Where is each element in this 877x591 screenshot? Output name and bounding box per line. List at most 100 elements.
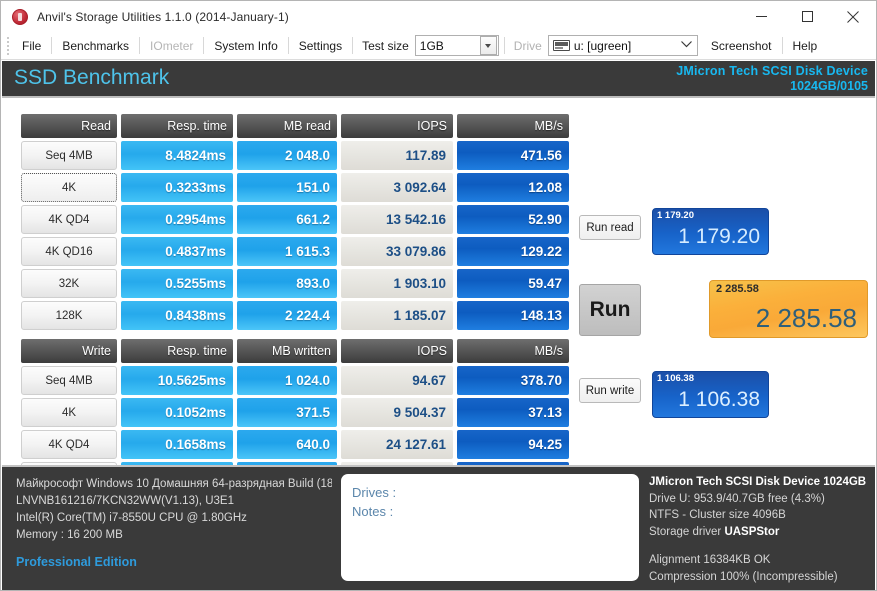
benchmark-header: SSD Benchmark JMicron Tech SCSI Disk Dev… xyxy=(2,61,875,98)
device-name: JMicron Tech SCSI Disk Device xyxy=(676,64,868,78)
row-label[interactable]: 128K xyxy=(21,301,117,330)
cell-resp-time: 8.4824ms xyxy=(121,141,233,170)
row-label[interactable]: Seq 4MB xyxy=(21,141,117,170)
read-header-read: Read xyxy=(21,114,117,138)
anvil-icon xyxy=(12,9,28,25)
menu-divider xyxy=(203,37,204,54)
table-row[interactable]: 4K 0.3233ms 151.0 3 092.64 12.08 xyxy=(21,173,573,202)
results-tables: Read Resp. time MB read IOPS MB/s Seq 4M… xyxy=(21,114,573,491)
menu-divider xyxy=(288,37,289,54)
cell-mb-read: 661.2 xyxy=(237,205,337,234)
read-header-mbs: MB/s xyxy=(457,114,569,138)
cell-iops: 9 504.37 xyxy=(341,398,453,427)
chevron-down-icon[interactable] xyxy=(677,40,697,51)
bottom-info-bar: Майкрософт Windows 10 Домашняя 64-разряд… xyxy=(2,465,875,591)
row-label[interactable]: 4K xyxy=(21,173,117,202)
system-info-panel: Майкрософт Windows 10 Домашняя 64-разряд… xyxy=(2,467,332,591)
table-row[interactable]: 32K 0.5255ms 893.0 1 903.10 59.47 xyxy=(21,269,573,298)
cell-mbs: 12.08 xyxy=(457,173,569,202)
window-title: Anvil's Storage Utilities 1.1.0 (2014-Ja… xyxy=(37,10,289,24)
menu-benchmarks[interactable]: Benchmarks xyxy=(53,35,138,57)
notes-panel[interactable]: Drives : Notes : xyxy=(341,474,639,581)
title-bar: Anvil's Storage Utilities 1.1.0 (2014-Ja… xyxy=(1,1,876,32)
app-window: Anvil's Storage Utilities 1.1.0 (2014-Ja… xyxy=(0,0,877,591)
menu-divider xyxy=(51,37,52,54)
table-row[interactable]: 4K QD4 0.1658ms 640.0 24 127.61 94.25 xyxy=(21,430,573,459)
write-header-row: Write Resp. time MB written IOPS MB/s xyxy=(21,339,573,363)
run-button[interactable]: Run xyxy=(579,284,641,336)
drive-info-panel: JMicron Tech SCSI Disk Device 1024GB Dri… xyxy=(639,467,875,591)
read-score-caption: 1 179.20 xyxy=(657,210,694,221)
cell-resp-time: 0.8438ms xyxy=(121,301,233,330)
cell-iops: 24 127.61 xyxy=(341,430,453,459)
minimize-icon[interactable] xyxy=(738,1,784,32)
menu-help[interactable]: Help xyxy=(784,35,827,57)
drive-device-line: JMicron Tech SCSI Disk Device 1024GB xyxy=(649,474,875,491)
test-size-label: Test size xyxy=(354,39,415,53)
row-label[interactable]: 4K xyxy=(21,398,117,427)
table-row[interactable]: Seq 4MB 8.4824ms 2 048.0 117.89 471.56 xyxy=(21,141,573,170)
drive-label: Drive xyxy=(506,39,548,53)
cell-mb-written: 371.5 xyxy=(237,398,337,427)
menu-bar: File Benchmarks IOmeter System Info Sett… xyxy=(1,32,876,60)
table-row[interactable]: Seq 4MB 10.5625ms 1 024.0 94.67 378.70 xyxy=(21,366,573,395)
cell-resp-time: 10.5625ms xyxy=(121,366,233,395)
test-size-value: 1GB xyxy=(416,39,480,53)
menu-iometer: IOmeter xyxy=(141,35,202,57)
cell-mb-read: 2 048.0 xyxy=(237,141,337,170)
read-header-resp: Resp. time xyxy=(121,114,233,138)
table-row[interactable]: 4K QD4 0.2954ms 661.2 13 542.16 52.90 xyxy=(21,205,573,234)
maximize-icon[interactable] xyxy=(784,1,830,32)
compression-line: Compression 100% (Incompressible) xyxy=(649,569,875,586)
test-size-dropdown-button[interactable] xyxy=(480,36,497,55)
drive-combobox[interactable]: u: [ugreen] xyxy=(548,35,698,56)
storage-driver-line: Storage driver UASPStor xyxy=(649,524,875,541)
read-table: Read Resp. time MB read IOPS MB/s Seq 4M… xyxy=(21,114,573,330)
table-row[interactable]: 4K 0.1052ms 371.5 9 504.37 37.13 xyxy=(21,398,573,427)
write-score-value: 1 106.38 xyxy=(678,389,760,411)
menu-divider xyxy=(782,37,783,54)
row-label[interactable]: 4K QD4 xyxy=(21,205,117,234)
row-label[interactable]: Seq 4MB xyxy=(21,366,117,395)
cell-mbs: 471.56 xyxy=(457,141,569,170)
test-size-combobox[interactable]: 1GB xyxy=(415,35,499,56)
drive-free-line: Drive U: 953.9/40.7GB free (4.3%) xyxy=(649,491,875,508)
menu-divider xyxy=(352,37,353,54)
run-read-button[interactable]: Run read xyxy=(579,215,641,240)
memory-line: Memory : 16 200 MB xyxy=(16,527,332,544)
edition-label: Professional Edition xyxy=(16,554,332,571)
page-title: SSD Benchmark xyxy=(14,66,169,90)
row-label[interactable]: 4K QD16 xyxy=(21,237,117,266)
write-header-write: Write xyxy=(21,339,117,363)
cell-iops: 1 185.07 xyxy=(341,301,453,330)
row-label[interactable]: 32K xyxy=(21,269,117,298)
cell-resp-time: 0.2954ms xyxy=(121,205,233,234)
spacer xyxy=(649,540,875,552)
storage-driver-value: UASPStor xyxy=(724,526,779,538)
drives-label: Drives : xyxy=(352,483,639,502)
menu-settings[interactable]: Settings xyxy=(290,35,351,57)
write-header-iops: IOPS xyxy=(341,339,453,363)
cell-mb-written: 1 024.0 xyxy=(237,366,337,395)
cell-iops: 33 079.86 xyxy=(341,237,453,266)
menu-divider xyxy=(504,37,505,54)
menu-system-info[interactable]: System Info xyxy=(205,35,286,57)
table-row[interactable]: 128K 0.8438ms 2 224.4 1 185.07 148.13 xyxy=(21,301,573,330)
menu-file[interactable]: File xyxy=(13,35,50,57)
menu-screenshot[interactable]: Screenshot xyxy=(702,35,781,57)
row-label[interactable]: 4K QD4 xyxy=(21,430,117,459)
close-icon[interactable] xyxy=(830,1,876,32)
cell-mbs: 52.90 xyxy=(457,205,569,234)
table-row[interactable]: 4K QD16 0.4837ms 1 615.3 33 079.86 129.2… xyxy=(21,237,573,266)
cell-resp-time: 0.1658ms xyxy=(121,430,233,459)
cell-iops: 13 542.16 xyxy=(341,205,453,234)
drive-icon xyxy=(553,40,570,51)
cell-mbs: 129.22 xyxy=(457,237,569,266)
device-capacity: 1024GB/0105 xyxy=(790,79,868,93)
alignment-line: Alignment 16384KB OK xyxy=(649,552,875,569)
cell-iops: 94.67 xyxy=(341,366,453,395)
os-line: Майкрософт Windows 10 Домашняя 64-разряд… xyxy=(16,476,332,493)
run-write-button[interactable]: Run write xyxy=(579,378,641,403)
cell-mb-written: 640.0 xyxy=(237,430,337,459)
cell-iops: 3 092.64 xyxy=(341,173,453,202)
